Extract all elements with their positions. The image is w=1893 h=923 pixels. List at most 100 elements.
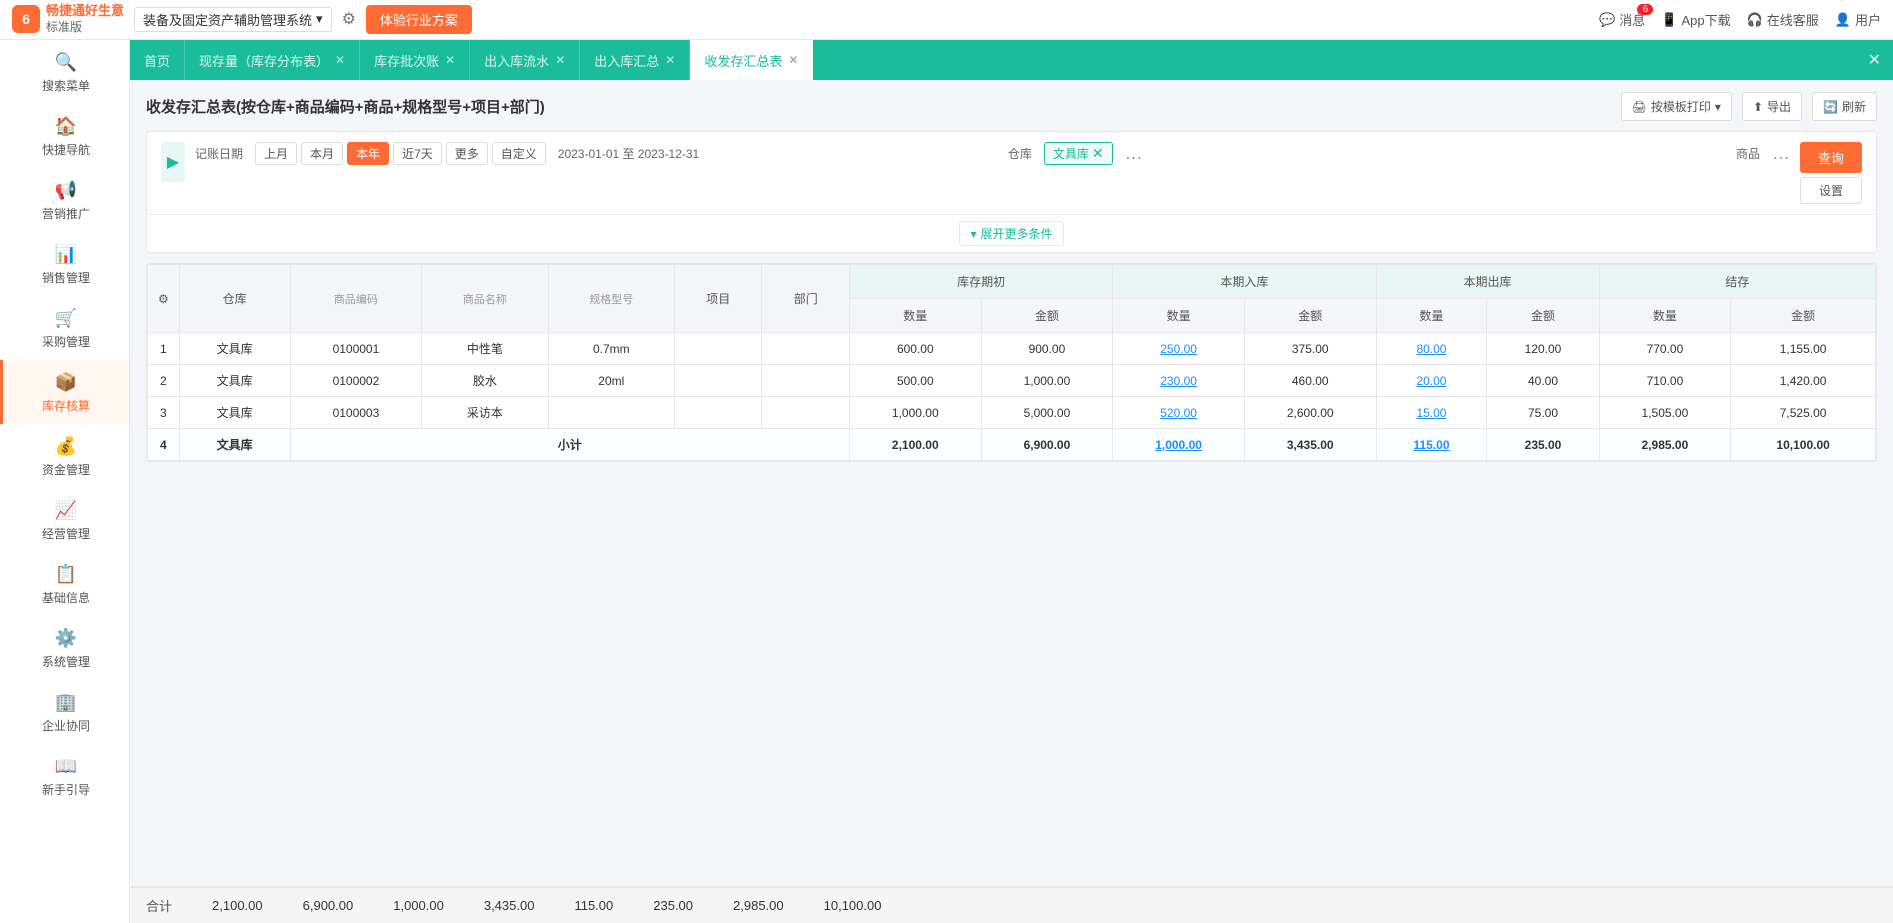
refresh-button[interactable]: 🔄 刷新 bbox=[1812, 92, 1877, 121]
row1-out-qty[interactable]: 80.00 bbox=[1376, 333, 1487, 365]
tab-receive-summary[interactable]: 收发存汇总表 ✕ bbox=[690, 40, 813, 80]
main-layout: 🔍 搜索菜单 🏠 快捷导航 📢 营销推广 📊 销售管理 🛒 采购管理 📦 库存核… bbox=[0, 40, 1893, 923]
total-out-qty: 115.00 bbox=[574, 898, 613, 913]
sidebar-item-basic-info[interactable]: 📋 基础信息 bbox=[0, 552, 129, 616]
col-code-header: 商品编码 bbox=[290, 265, 422, 333]
row3-out-qty[interactable]: 15.00 bbox=[1376, 397, 1487, 429]
row1-name: 中性笔 bbox=[422, 333, 548, 365]
user-button[interactable]: 👤 用户 bbox=[1835, 10, 1881, 29]
sidebar-item-purchase[interactable]: 🛒 采购管理 bbox=[0, 296, 129, 360]
row2-seq: 2 bbox=[148, 365, 180, 397]
home-icon: 🏠 bbox=[55, 116, 77, 137]
row2-bal-amt: 1,420.00 bbox=[1731, 365, 1876, 397]
total-in-qty: 1,000.00 bbox=[393, 898, 444, 913]
goods-more[interactable]: … bbox=[1772, 143, 1790, 164]
row2-open-amt: 1,000.00 bbox=[981, 365, 1113, 397]
row1-project bbox=[674, 333, 762, 365]
user-icon: 👤 bbox=[1835, 12, 1851, 28]
tab-close-batch-ledger[interactable]: ✕ bbox=[445, 53, 455, 67]
tab-close-in-out-summary[interactable]: ✕ bbox=[665, 53, 675, 67]
warehouse-tag-close[interactable]: ✕ bbox=[1092, 145, 1104, 162]
date-btn-this-year[interactable]: 本年 bbox=[347, 142, 389, 165]
sidebar-item-quick-nav[interactable]: 🏠 快捷导航 bbox=[0, 104, 129, 168]
sidebar-item-search[interactable]: 🔍 搜索菜单 bbox=[0, 40, 129, 104]
system-name[interactable]: 装备及固定资产辅助管理系统 ▾ bbox=[134, 7, 332, 32]
top-bar: 6 畅捷通好生意 标准版 装备及固定资产辅助管理系统 ▾ ⚙ 体验行业方案 💬 … bbox=[0, 0, 1893, 40]
top-bar-left: 6 畅捷通好生意 标准版 装备及固定资产辅助管理系统 ▾ ⚙ 体验行业方案 bbox=[12, 3, 472, 35]
col-warehouse-header: 仓库 bbox=[179, 265, 290, 333]
row2-out-qty[interactable]: 20.00 bbox=[1376, 365, 1487, 397]
sidebar-item-finance[interactable]: 💰 资金管理 bbox=[0, 424, 129, 488]
date-btn-7days[interactable]: 近7天 bbox=[393, 142, 442, 165]
row1-in-qty[interactable]: 250.00 bbox=[1113, 333, 1245, 365]
subtotal-out-qty[interactable]: 115.00 bbox=[1376, 429, 1487, 461]
row2-in-qty[interactable]: 230.00 bbox=[1113, 365, 1245, 397]
tab-in-out-flow[interactable]: 出入库流水 ✕ bbox=[470, 40, 580, 80]
tab-close-receive-summary[interactable]: ✕ bbox=[788, 53, 798, 67]
tab-close-all-button[interactable]: ✕ bbox=[1856, 50, 1893, 70]
tab-close-in-out-flow[interactable]: ✕ bbox=[555, 53, 565, 67]
sidebar-item-system[interactable]: ⚙️ 系统管理 bbox=[0, 616, 129, 680]
print-button[interactable]: 🖨 按模板打印 ▾ bbox=[1621, 92, 1732, 121]
warehouse-label: 仓库 bbox=[1008, 145, 1032, 162]
subtotal-seq: 4 bbox=[148, 429, 180, 461]
settings-button[interactable]: 设置 bbox=[1800, 177, 1862, 204]
tab-batch-ledger[interactable]: 库存批次账 ✕ bbox=[360, 40, 470, 80]
logo-area: 6 畅捷通好生意 标准版 bbox=[12, 3, 124, 35]
row1-open-qty: 600.00 bbox=[849, 333, 981, 365]
money-icon: 💰 bbox=[55, 436, 77, 457]
tab-inventory-dist[interactable]: 现存量（库存分布表） ✕ bbox=[185, 40, 360, 80]
phone-icon: 📱 bbox=[1661, 12, 1677, 28]
row1-out-amt: 120.00 bbox=[1487, 333, 1599, 365]
row3-open-amt: 5,000.00 bbox=[981, 397, 1113, 429]
subtotal-in-qty[interactable]: 1,000.00 bbox=[1113, 429, 1245, 461]
search-icon: 🔍 bbox=[55, 52, 77, 73]
table-container: ⚙ 仓库 商品编码 商品名称 规格型号 项目 部门 库存期初 本期入库 本期出库… bbox=[146, 263, 1877, 462]
expand-conditions-button[interactable]: ▾ 展开更多条件 bbox=[959, 221, 1063, 246]
message-button[interactable]: 💬 消息 6 bbox=[1599, 10, 1645, 29]
sidebar-item-inventory[interactable]: 📦 库存核算 bbox=[0, 360, 129, 424]
goods-label: 商品 bbox=[1736, 145, 1760, 162]
query-actions: 查询 设置 bbox=[1800, 142, 1862, 204]
col-dept-header: 部门 bbox=[762, 265, 850, 333]
sidebar-item-operations[interactable]: 📈 经营管理 bbox=[0, 488, 129, 552]
col-out-amt-header: 金额 bbox=[1487, 299, 1599, 333]
sidebar-item-sales[interactable]: 📊 销售管理 bbox=[0, 232, 129, 296]
tab-in-out-summary[interactable]: 出入库汇总 ✕ bbox=[580, 40, 690, 80]
date-btn-custom[interactable]: 自定义 bbox=[492, 142, 546, 165]
online-service-button[interactable]: 🎧 在线客服 bbox=[1747, 10, 1819, 29]
row3-project bbox=[674, 397, 762, 429]
date-btn-last-month[interactable]: 上月 bbox=[255, 142, 297, 165]
row3-in-qty[interactable]: 520.00 bbox=[1113, 397, 1245, 429]
query-button[interactable]: 查询 bbox=[1800, 142, 1862, 173]
col-settings-header[interactable]: ⚙ bbox=[148, 265, 180, 333]
logo-text: 畅捷通好生意 标准版 bbox=[46, 3, 124, 35]
col-open-qty-header: 数量 bbox=[849, 299, 981, 333]
export-button[interactable]: ⬆ 导出 bbox=[1742, 92, 1802, 121]
col-in-amt-header: 金额 bbox=[1244, 299, 1376, 333]
page-content: 收发存汇总表(按仓库+商品编码+商品+规格型号+项目+部门) 🖨 按模板打印 ▾… bbox=[130, 80, 1893, 886]
refresh-icon: 🔄 bbox=[1823, 100, 1838, 114]
gear-icon[interactable]: ⚙ bbox=[342, 9, 356, 29]
subtotal-in-amt: 3,435.00 bbox=[1244, 429, 1376, 461]
table-row: 3 文具库 0100003 采访本 1,000.00 5,000.00 520.… bbox=[148, 397, 1876, 429]
row1-spec: 0.7mm bbox=[548, 333, 674, 365]
tab-home[interactable]: 首页 bbox=[130, 40, 185, 80]
app-download-button[interactable]: 📱 App下载 bbox=[1661, 10, 1730, 29]
sidebar-item-guide[interactable]: 📖 新手引导 bbox=[0, 744, 129, 808]
cart-icon: 🛒 bbox=[55, 308, 77, 329]
sidebar-item-marketing[interactable]: 📢 营销推广 bbox=[0, 168, 129, 232]
date-btn-more[interactable]: 更多 bbox=[446, 142, 488, 165]
date-label: 记账日期 bbox=[195, 145, 243, 162]
tab-close-inventory-dist[interactable]: ✕ bbox=[335, 53, 345, 67]
filter-collapse-button[interactable]: ▶ bbox=[161, 142, 185, 182]
subtotal-bal-amt: 10,100.00 bbox=[1731, 429, 1876, 461]
col-spec-header: 规格型号 bbox=[548, 265, 674, 333]
date-btn-this-month[interactable]: 本月 bbox=[301, 142, 343, 165]
sidebar-item-enterprise[interactable]: 🏢 企业协同 bbox=[0, 680, 129, 744]
warehouse-more[interactable]: … bbox=[1125, 143, 1143, 164]
trial-button[interactable]: 体验行业方案 bbox=[366, 5, 472, 34]
row3-bal-amt: 7,525.00 bbox=[1731, 397, 1876, 429]
filter-main-row: ▶ 记账日期 上月 本月 本年 近7天 更多 自定义 bbox=[147, 132, 1876, 214]
book-icon: 📖 bbox=[55, 756, 77, 777]
